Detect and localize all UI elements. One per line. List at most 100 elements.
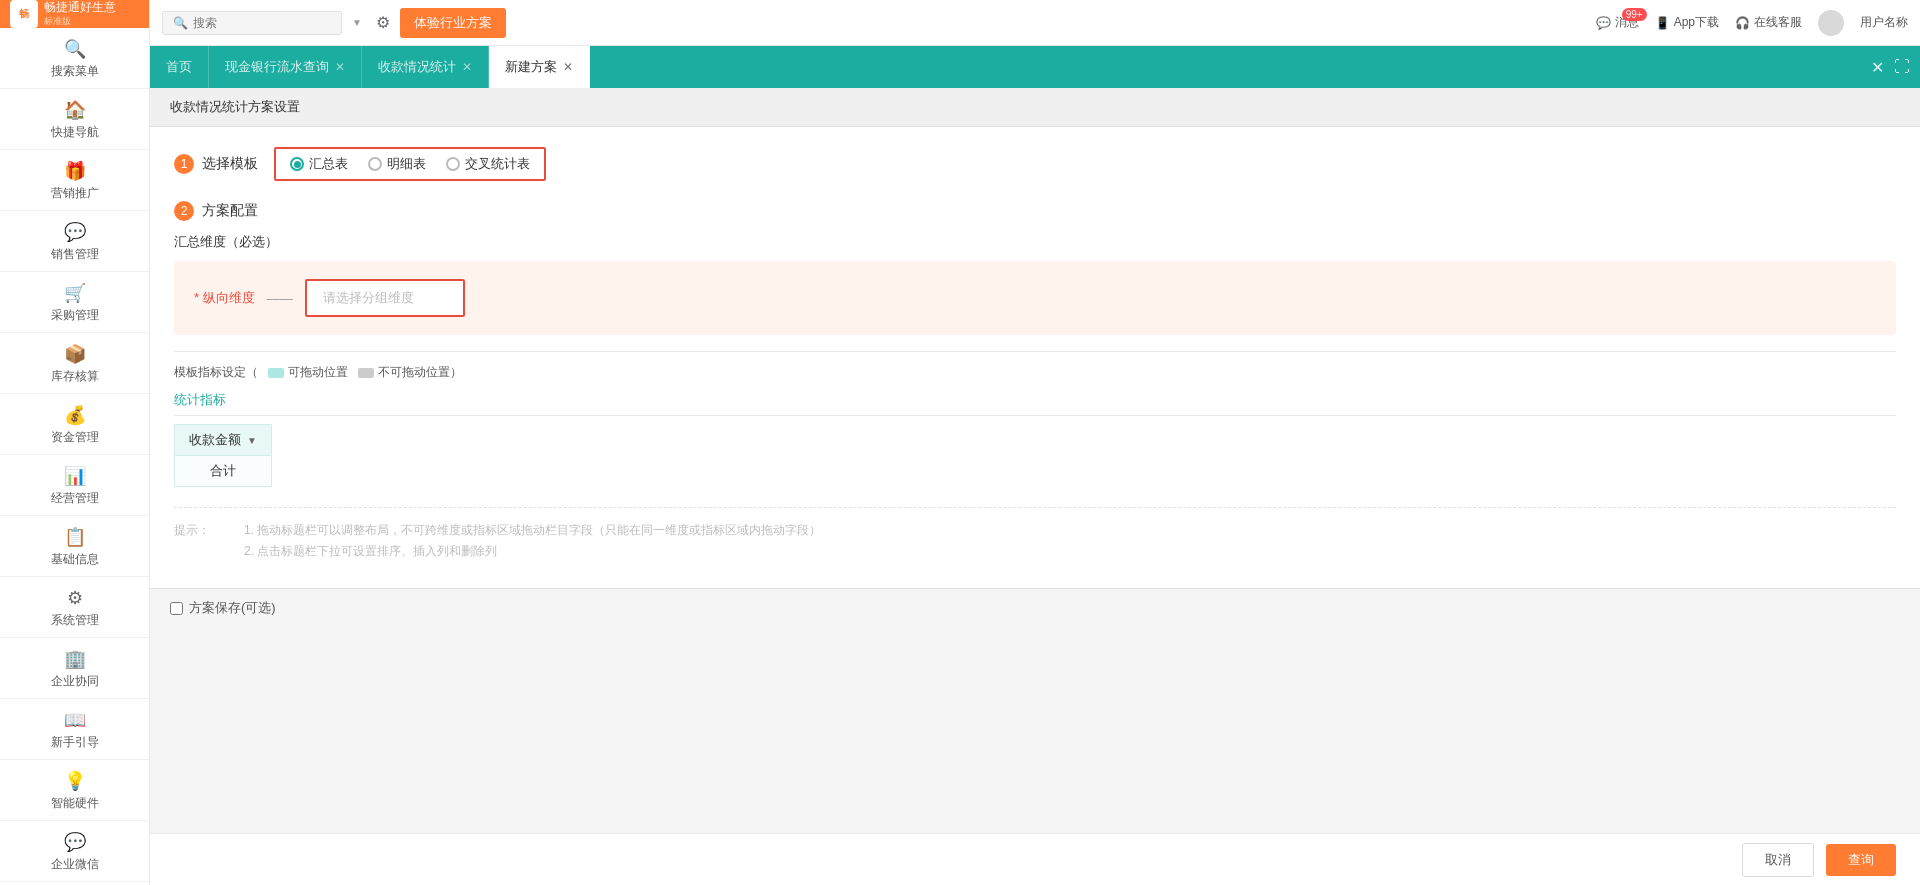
step2-section: 2 方案配置 汇总维度（必选） 纵向维度 —— 请选择分组维度 模板指标设定（ xyxy=(174,201,1896,564)
cancel-button[interactable]: 取消 xyxy=(1742,843,1814,877)
topbar-right: 💬 消息 99+ 📱 App下载 🎧 在线客服 用户名称 xyxy=(1596,10,1908,36)
metrics-table: 收款金额 ▼ 合计 xyxy=(174,424,272,487)
logo-text: 畅捷通好生意 标准版 xyxy=(44,0,116,27)
sidebar-item-guide[interactable]: 📖 新手引导 xyxy=(0,699,149,760)
metrics-label-title: 统计指标 xyxy=(174,391,1896,416)
industry-btn[interactable]: 体验行业方案 xyxy=(400,8,506,38)
tips-lines: 1. 拖动标题栏可以调整布局，不可跨维度或指标区域拖动栏目字段（只能在同一维度或… xyxy=(214,522,821,564)
sidebar-item-operation[interactable]: 📊 经营管理 xyxy=(0,455,149,516)
search-input[interactable] xyxy=(193,16,323,30)
step2-label: 方案配置 xyxy=(202,202,258,220)
inventory-icon: 📦 xyxy=(64,343,86,365)
sidebar-item-search-menu[interactable]: 🔍 搜索菜单 xyxy=(0,28,149,89)
settings-icon[interactable]: ⚙ xyxy=(376,13,390,32)
dimension-row-label: 纵向维度 xyxy=(194,289,255,307)
gift-icon: 🎁 xyxy=(64,160,86,182)
section-content: 1 选择模板 汇总表 明细表 交叉统计表 xyxy=(150,127,1920,588)
system-icon: ⚙ xyxy=(67,587,83,609)
tip-line-1: 1. 拖动标题栏可以调整布局，不可跨维度或指标区域拖动栏目字段（只能在同一维度或… xyxy=(214,522,821,539)
purchase-icon: 🛒 xyxy=(64,282,86,304)
metrics-header: 模板指标设定（ 可拖动位置 不可拖动位置） xyxy=(174,364,1896,381)
sidebar-item-hardware[interactable]: 💡 智能硬件 xyxy=(0,760,149,821)
sidebar-item-marketing[interactable]: 🎁 营销推广 xyxy=(0,150,149,211)
sidebar-item-inventory[interactable]: 📦 库存核算 xyxy=(0,333,149,394)
operation-icon: 📊 xyxy=(64,465,86,487)
dimension-selector[interactable]: 请选择分组维度 xyxy=(305,279,465,317)
dimension-config: 纵向维度 —— 请选择分组维度 xyxy=(174,261,1896,335)
guide-icon: 📖 xyxy=(64,709,86,731)
tips-title: 提示： xyxy=(174,522,210,539)
enterprise-icon: 🏢 xyxy=(64,648,86,670)
search-dropdown-arrow[interactable]: ▼ xyxy=(352,17,362,28)
sales-icon: 💬 xyxy=(64,221,86,243)
sidebar-item-quick-nav[interactable]: 🏠 快捷导航 xyxy=(0,89,149,150)
step1-row: 1 选择模板 汇总表 明细表 交叉统计表 xyxy=(174,147,1896,181)
main-content: 🔍 ▼ ⚙ 体验行业方案 💬 消息 99+ 📱 App下载 🎧 在线客服 用户名… xyxy=(150,0,1920,885)
logo-icon: 畅 xyxy=(10,0,38,28)
radio-cross[interactable]: 交叉统计表 xyxy=(446,155,530,173)
radio-circle-detail xyxy=(368,157,382,171)
non-draggable-hint: 不可拖动位置） xyxy=(358,364,462,381)
page-content: 收款情况统计方案设置 1 选择模板 汇总表 明细表 xyxy=(150,88,1920,885)
dimension-arrow: —— xyxy=(267,291,293,306)
draggable-hint: 可拖动位置 xyxy=(268,364,348,381)
metrics-dropdown-arrow[interactable]: ▼ xyxy=(247,435,257,446)
radio-detail[interactable]: 明细表 xyxy=(368,155,426,173)
hardware-icon: 💡 xyxy=(64,770,86,792)
query-button[interactable]: 查询 xyxy=(1826,844,1896,876)
tab-receipt-stats[interactable]: 收款情况统计 ✕ xyxy=(362,46,489,88)
summary-dimension-title: 汇总维度（必选） xyxy=(174,233,1896,251)
message-btn[interactable]: 💬 消息 99+ xyxy=(1596,14,1639,31)
sidebar-item-basic-info[interactable]: 📋 基础信息 xyxy=(0,516,149,577)
page-footer: 方案保存(可选) xyxy=(150,588,1920,627)
bottom-actionbar: 取消 查询 xyxy=(150,833,1920,885)
search-box[interactable]: 🔍 xyxy=(162,11,342,35)
app-icon: 📱 xyxy=(1655,16,1670,30)
sidebar-item-system[interactable]: ⚙ 系统管理 xyxy=(0,577,149,638)
non-draggable-hint-box xyxy=(358,368,374,378)
sidebar-item-sales[interactable]: 💬 销售管理 xyxy=(0,211,149,272)
sidebar-item-wechat[interactable]: 💬 企业微信 xyxy=(0,821,149,882)
sidebar-item-purchase[interactable]: 🛒 采购管理 xyxy=(0,272,149,333)
page-title: 收款情况统计方案设置 xyxy=(170,99,300,114)
radio-circle-summary xyxy=(290,157,304,171)
step2-badge: 2 xyxy=(174,201,194,221)
topbar: 🔍 ▼ ⚙ 体验行业方案 💬 消息 99+ 📱 App下载 🎧 在线客服 用户名… xyxy=(150,0,1920,46)
app-download-btn[interactable]: 📱 App下载 xyxy=(1655,14,1719,31)
username-label[interactable]: 用户名称 xyxy=(1860,14,1908,31)
online-service-btn[interactable]: 🎧 在线客服 xyxy=(1735,14,1802,31)
save-checkbox-row[interactable]: 方案保存(可选) xyxy=(170,599,276,617)
metrics-body-cell-0-0: 合计 xyxy=(174,456,272,487)
finance-icon: 💰 xyxy=(64,404,86,426)
sidebar-item-enterprise[interactable]: 🏢 企业协同 xyxy=(0,638,149,699)
tab-new-plan[interactable]: 新建方案 ✕ xyxy=(489,46,590,88)
tips-section: 提示： 1. 拖动标题栏可以调整布局，不可跨维度或指标区域拖动栏目字段（只能在同… xyxy=(174,507,1896,564)
home-icon: 🏠 xyxy=(64,99,86,121)
page-header: 收款情况统计方案设置 xyxy=(150,88,1920,127)
radio-summary[interactable]: 汇总表 xyxy=(290,155,348,173)
tab-close-bank-flow[interactable]: ✕ xyxy=(335,60,345,74)
message-icon: 💬 xyxy=(1596,16,1611,30)
search-icon-top: 🔍 xyxy=(173,16,188,30)
metrics-header-cell-0[interactable]: 收款金额 ▼ xyxy=(174,424,272,456)
step1-label: 选择模板 xyxy=(202,155,258,173)
tab-home[interactable]: 首页 xyxy=(150,46,209,88)
tabbar: 首页 现金银行流水查询 ✕ 收款情况统计 ✕ 新建方案 ✕ ✕ ⛶ xyxy=(150,46,1920,88)
metrics-section: 模板指标设定（ 可拖动位置 不可拖动位置） 统计指标 xyxy=(174,351,1896,487)
metrics-settings-title: 模板指标设定（ xyxy=(174,364,258,381)
service-icon: 🎧 xyxy=(1735,16,1750,30)
step1-badge: 1 xyxy=(174,154,194,174)
basic-info-icon: 📋 xyxy=(64,526,86,548)
tip-line-2: 2. 点击标题栏下拉可设置排序、插入列和删除列 xyxy=(214,543,821,560)
tab-close-receipt-stats[interactable]: ✕ xyxy=(462,60,472,74)
tab-close-all-btn[interactable]: ✕ xyxy=(1871,58,1884,77)
save-checkbox[interactable] xyxy=(170,602,183,615)
tab-close-new-plan[interactable]: ✕ xyxy=(563,60,573,74)
tab-bank-flow[interactable]: 现金银行流水查询 ✕ xyxy=(209,46,362,88)
tab-maximize-btn[interactable]: ⛶ xyxy=(1894,58,1910,76)
sidebar-item-finance[interactable]: 💰 资金管理 xyxy=(0,394,149,455)
sidebar: 畅 畅捷通好生意 标准版 🔍 搜索菜单 🏠 快捷导航 🎁 营销推广 💬 销售管理… xyxy=(0,0,150,885)
radio-circle-cross xyxy=(446,157,460,171)
sidebar-logo: 畅 畅捷通好生意 标准版 xyxy=(0,0,149,28)
user-avatar[interactable] xyxy=(1818,10,1844,36)
